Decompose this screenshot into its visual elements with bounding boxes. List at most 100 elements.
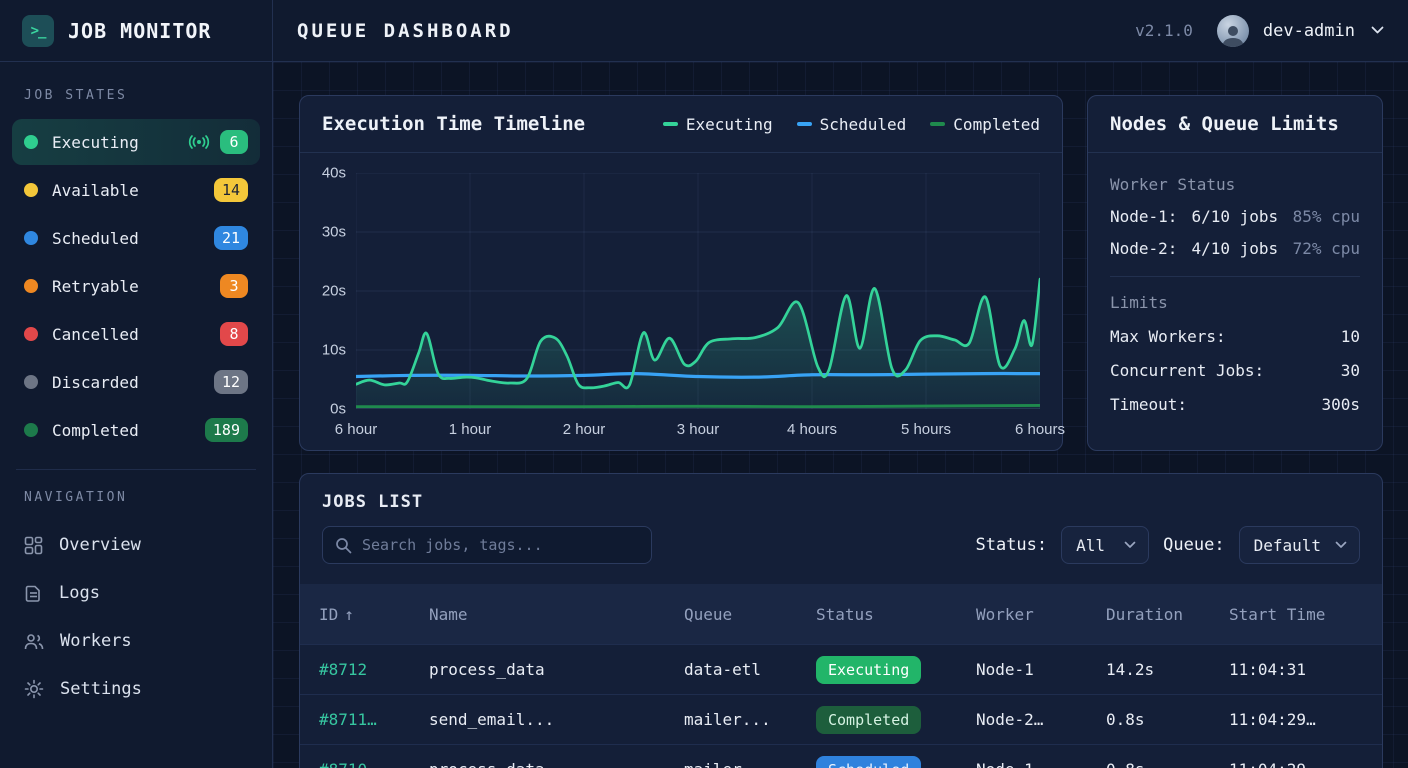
scheduled-dot: [24, 231, 38, 245]
job-id-link[interactable]: #8711…: [319, 710, 429, 729]
count-badge: 189: [204, 418, 248, 442]
limit-value: 10: [1340, 327, 1360, 346]
worker-row-node-2: Node-2: 4/10 jobs 72% cpu: [1110, 239, 1360, 258]
limit-value: 30: [1340, 361, 1360, 380]
x-tick: 1 hour: [448, 421, 492, 438]
available-dot: [24, 183, 38, 197]
chevron-down-icon: [1124, 541, 1136, 548]
node-cpu: 85% cpu: [1292, 207, 1360, 226]
worker-row-node-1: Node-1: 6/10 jobs 85% cpu: [1110, 207, 1360, 226]
status-badge: Executing: [816, 655, 922, 684]
count-badge: 12: [213, 370, 248, 394]
state-label: Retryable: [52, 276, 139, 296]
chevron-down-icon[interactable]: [1371, 26, 1384, 35]
sidebar-item-cancelled[interactable]: Cancelled 8: [12, 311, 260, 357]
y-tick: 20s: [321, 282, 346, 300]
count-badge: 14: [213, 178, 248, 202]
table-row[interactable]: #8711… send_email... mailer... Completed…: [300, 694, 1382, 744]
queue-select-value: Default: [1253, 535, 1321, 555]
state-label: Discarded: [52, 372, 139, 392]
column-header-name[interactable]: Name: [429, 605, 684, 624]
legend-item-scheduled[interactable]: Scheduled: [796, 115, 906, 134]
search-input[interactable]: [362, 536, 639, 554]
sidebar-item-workers[interactable]: Workers: [12, 617, 260, 665]
table-row[interactable]: #8712 process_data data-etl Executing No…: [300, 644, 1382, 694]
job-id-link[interactable]: #8712: [319, 660, 429, 679]
queue-select[interactable]: Default: [1238, 526, 1360, 564]
main-content: Execution Time Timeline Executing Schedu…: [273, 62, 1408, 768]
jobs-list-title: JOBS LIST: [322, 492, 424, 512]
column-header-worker[interactable]: Worker: [976, 605, 1106, 624]
nav-label: Workers: [60, 631, 132, 651]
job-duration: 14.2s: [1106, 660, 1155, 679]
terminal-icon: >_: [22, 14, 54, 47]
nav-label: Settings: [60, 679, 142, 699]
sidebar-item-executing[interactable]: Executing 6: [12, 119, 260, 165]
timeline-title: Execution Time Timeline: [322, 113, 586, 135]
job-queue: mailer: [684, 760, 816, 768]
node-jobs: 4/10 jobs: [1191, 239, 1279, 258]
completed-dot: [24, 423, 38, 437]
document-icon: [25, 585, 40, 602]
table-row[interactable]: #8710 process_data mailer Scheduled Node…: [300, 744, 1382, 768]
column-header-duration[interactable]: Duration: [1106, 605, 1229, 624]
sidebar-item-logs[interactable]: Logs: [12, 569, 260, 617]
nodes-panel: Nodes & Queue Limits Worker Status Node-…: [1087, 95, 1383, 451]
x-tick: 3 hour: [676, 421, 720, 438]
nodes-panel-title: Nodes & Queue Limits: [1110, 113, 1339, 135]
y-tick: 30s: [321, 223, 346, 241]
status-select-value: All: [1076, 535, 1106, 555]
topbar: >_ JOB MONITOR QUEUE DASHBOARD v2.1.0 de…: [0, 0, 1408, 62]
status-filter-label: Status:: [975, 535, 1048, 555]
column-header-status[interactable]: Status: [816, 605, 976, 624]
user-menu[interactable]: dev-admin: [1263, 21, 1355, 41]
sidebar-item-discarded[interactable]: Discarded 12: [12, 359, 260, 405]
column-header-queue[interactable]: Queue: [684, 605, 816, 624]
x-tick: 4 hours: [786, 421, 838, 438]
job-worker: Node-1: [976, 760, 1106, 768]
count-badge: 8: [220, 322, 248, 346]
page-title: QUEUE DASHBOARD: [297, 19, 514, 42]
status-badge: Scheduled: [816, 755, 922, 768]
retryable-dot: [24, 279, 38, 293]
executing-dot: [24, 135, 38, 149]
count-badge: 3: [220, 274, 248, 298]
chart-legend: Executing Scheduled Completed: [662, 115, 1040, 134]
state-label: Completed: [52, 420, 139, 440]
sidebar-item-settings[interactable]: Settings: [12, 665, 260, 713]
job-start-time: 11:04:29: [1229, 760, 1382, 768]
legend-item-completed[interactable]: Completed: [930, 115, 1040, 134]
search-icon: [336, 537, 352, 553]
avatar[interactable]: [1216, 14, 1249, 47]
count-badge: 21: [213, 226, 248, 250]
x-tick: 2 hour: [562, 421, 606, 438]
column-header-start-time[interactable]: Start Time: [1229, 605, 1382, 624]
status-select[interactable]: All: [1061, 526, 1150, 564]
node-jobs: 6/10 jobs: [1191, 207, 1279, 226]
sidebar-item-overview[interactable]: Overview: [12, 521, 260, 569]
sidebar-item-retryable[interactable]: Retryable 3: [12, 263, 260, 309]
search-box: [322, 526, 652, 564]
sidebar-item-completed[interactable]: Completed 189: [12, 407, 260, 453]
limit-label: Concurrent Jobs:: [1110, 361, 1265, 380]
sidebar-item-available[interactable]: Available 14: [12, 167, 260, 213]
job-status: Executing: [816, 655, 976, 684]
worker-status-header: Worker Status: [1110, 175, 1236, 194]
job-duration: 0.8s: [1106, 760, 1229, 768]
legend-dash-executing: [662, 122, 678, 126]
timeline-plot: [356, 173, 1040, 409]
timeline-chart-svg: [356, 173, 1040, 409]
app-title: JOB MONITOR: [68, 18, 212, 43]
count-badge: 6: [220, 130, 248, 154]
sidebar-item-scheduled[interactable]: Scheduled 21: [12, 215, 260, 261]
version-label: v2.1.0: [1135, 21, 1193, 40]
y-tick: 10s: [321, 341, 346, 359]
legend-item-executing[interactable]: Executing: [662, 115, 773, 134]
limit-label: Timeout:: [1110, 395, 1188, 414]
status-badge: Completed: [816, 705, 922, 734]
job-id-link[interactable]: #8710: [319, 760, 429, 768]
job-name: process_data: [429, 660, 545, 679]
navigation-header: NAVIGATION: [24, 490, 128, 505]
column-header-id[interactable]: ID ↑: [319, 605, 429, 624]
job-start-time: 11:04:29…: [1229, 710, 1316, 729]
